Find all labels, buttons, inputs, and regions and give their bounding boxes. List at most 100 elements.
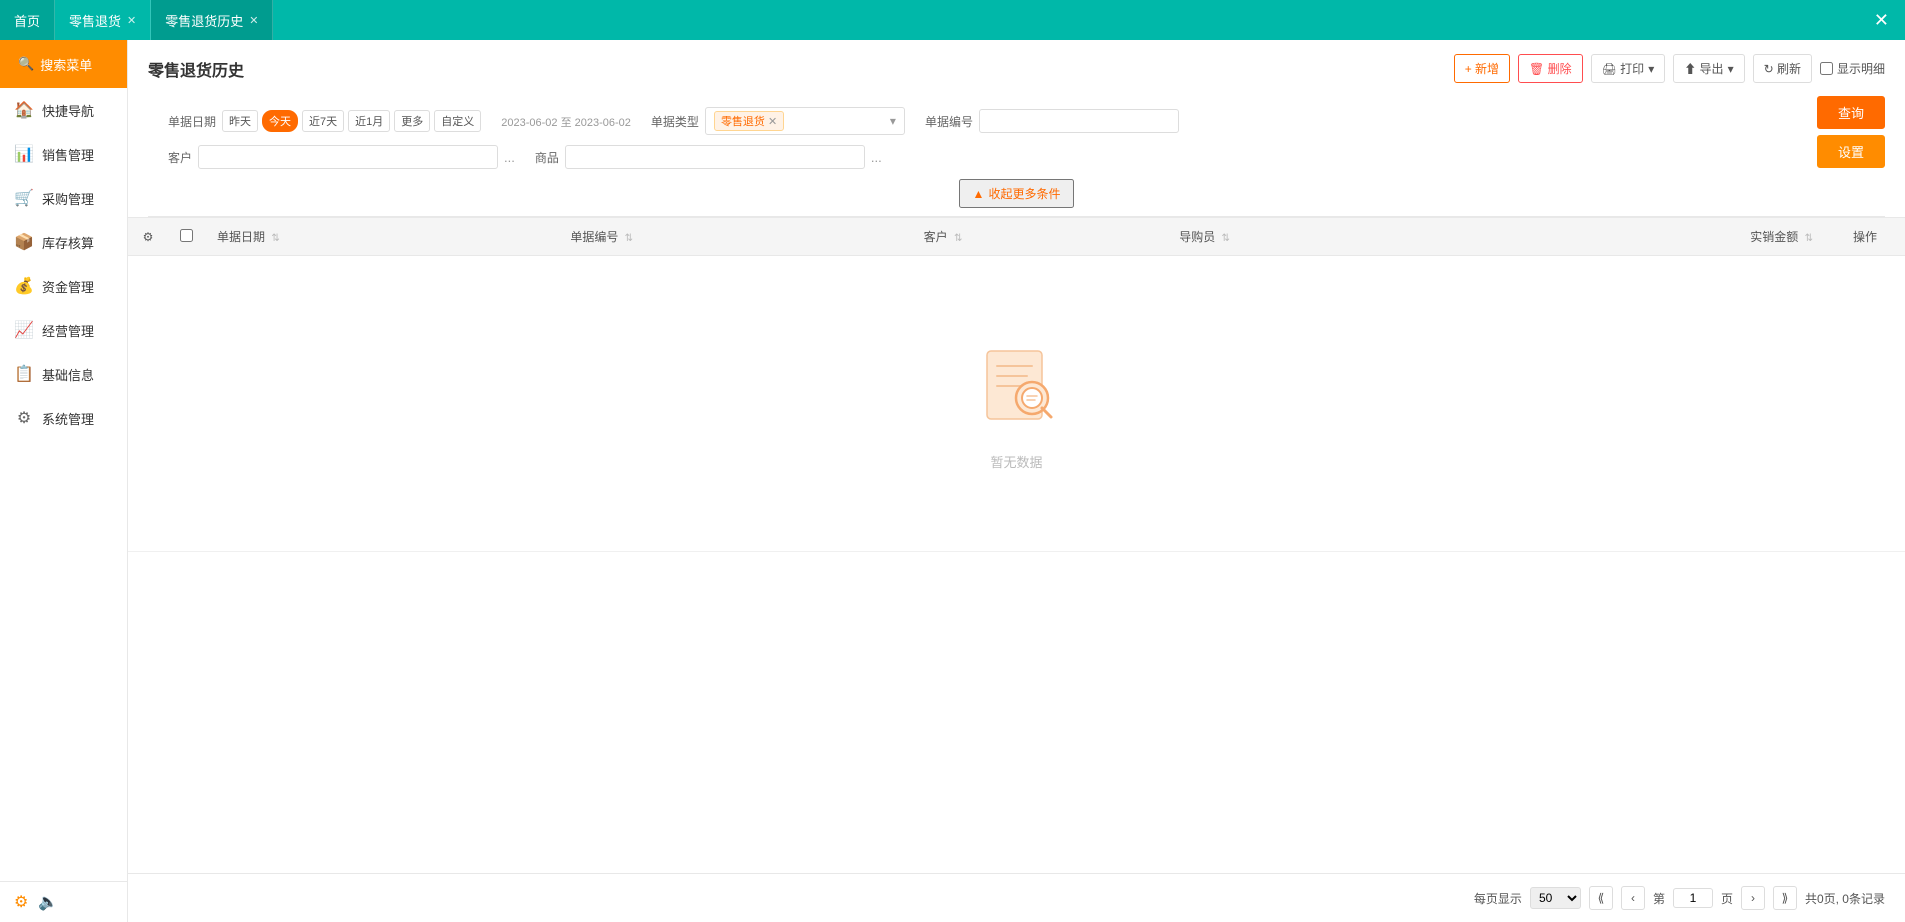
- window-close-button[interactable]: ✕: [1874, 10, 1889, 31]
- display-detail-checkbox[interactable]: [1820, 62, 1833, 75]
- th-date-sort: ⇅: [271, 233, 279, 244]
- date-1month[interactable]: 近1月: [348, 110, 390, 132]
- display-toggle-label: 显示明细: [1837, 60, 1885, 77]
- th-number-sort: ⇅: [625, 233, 633, 244]
- tab-retail-return-history-label: 零售退货历史: [165, 11, 243, 30]
- th-gear[interactable]: ⚙: [128, 218, 168, 256]
- th-guide[interactable]: 导购员 ⇅: [1167, 218, 1471, 256]
- display-toggle[interactable]: 显示明细: [1820, 60, 1885, 77]
- th-amount-label: 实销金额: [1750, 230, 1798, 244]
- date-more[interactable]: 更多: [394, 110, 430, 132]
- th-actions: 操作: [1825, 218, 1905, 256]
- th-amount[interactable]: 实销金额 ⇅: [1472, 218, 1825, 256]
- date-yesterday[interactable]: 昨天: [222, 110, 258, 132]
- date-7days[interactable]: 近7天: [302, 110, 344, 132]
- th-guide-label: 导购员: [1179, 230, 1215, 244]
- date-custom[interactable]: 自定义: [434, 110, 481, 132]
- date-today[interactable]: 今天: [262, 110, 298, 132]
- query-button[interactable]: 查询: [1817, 96, 1885, 129]
- sidebar-item-inventory-label: 库存核算: [42, 233, 94, 252]
- sidebar-item-basic-info-label: 基础信息: [42, 365, 94, 384]
- export-button[interactable]: ⬆ 导出 ▾: [1673, 54, 1744, 83]
- tab-home[interactable]: 首页: [0, 0, 55, 40]
- empty-state: 暂无数据: [128, 256, 1905, 551]
- content-area: 零售退货历史 + 新增 🗑 删除 🖨 打印 ▾ ⬆ 导出 ▾ ↻ 刷新 显示明细: [128, 40, 1905, 922]
- date-shortcuts: 昨天 今天 近7天 近1月 更多 自定义: [222, 110, 481, 132]
- table-body: 暂无数据: [128, 256, 1905, 552]
- prev-page-button[interactable]: ‹: [1621, 886, 1645, 910]
- collapse-button[interactable]: ▲ 收起更多条件: [959, 179, 1075, 208]
- filter-row-2: 客户 ... 商品 ...: [168, 145, 1865, 169]
- type-filter-label: 单据类型: [651, 113, 699, 130]
- last-page-button[interactable]: ⟫: [1773, 886, 1797, 910]
- tab-retail-return-label: 零售退货: [69, 11, 121, 30]
- refresh-button[interactable]: ↻ 刷新: [1753, 54, 1812, 83]
- sidebar-item-sales-label: 销售管理: [42, 145, 94, 164]
- sidebar-item-operation[interactable]: 📈 经营管理: [0, 308, 127, 352]
- type-select[interactable]: 零售退货 ✕ ▾: [705, 107, 905, 135]
- tab-retail-return-close[interactable]: ✕: [127, 14, 136, 27]
- settings-button[interactable]: 设置: [1817, 135, 1885, 168]
- customer-input[interactable]: [198, 145, 498, 169]
- sidebar-item-finance-label: 资金管理: [42, 277, 94, 296]
- tab-retail-return-history[interactable]: 零售退货历史 ✕: [151, 0, 273, 40]
- first-page-button[interactable]: ⟪: [1589, 886, 1613, 910]
- sidebar-item-system[interactable]: ⚙ 系统管理: [0, 396, 127, 440]
- goods-filter: 商品 ...: [535, 145, 882, 169]
- customer-dots[interactable]: ...: [504, 150, 515, 165]
- sidebar-item-finance[interactable]: 💰 资金管理: [0, 264, 127, 308]
- print-arrow-icon: ▾: [1648, 62, 1654, 76]
- date-filter-label: 单据日期: [168, 113, 216, 130]
- next-page-button[interactable]: ›: [1741, 886, 1765, 910]
- voucher-filter-label: 单据编号: [925, 113, 973, 130]
- sound-icon[interactable]: 🔈: [38, 892, 58, 912]
- sidebar-item-basic-info[interactable]: 📋 基础信息: [0, 352, 127, 396]
- page-suffix: 页: [1721, 890, 1733, 907]
- quicknav-icon: 🏠: [14, 100, 34, 120]
- th-number[interactable]: 单据编号 ⇅: [558, 218, 911, 256]
- sidebar-item-operation-label: 经营管理: [42, 321, 94, 340]
- collapse-icon: ▲: [973, 187, 985, 201]
- per-page-label: 每页显示: [1474, 890, 1522, 907]
- th-date[interactable]: 单据日期 ⇅: [205, 218, 558, 256]
- page-header: 零售退货历史 + 新增 🗑 删除 🖨 打印 ▾ ⬆ 导出 ▾ ↻ 刷新 显示明细: [128, 40, 1905, 218]
- date-filter: 单据日期 昨天 今天 近7天 近1月 更多 自定义: [168, 110, 481, 132]
- sidebar-search[interactable]: 🔍 搜索菜单: [0, 40, 127, 88]
- sidebar-item-sales[interactable]: 📊 销售管理: [0, 132, 127, 176]
- sidebar-item-inventory[interactable]: 📦 库存核算: [0, 220, 127, 264]
- finance-icon: 💰: [14, 276, 34, 296]
- delete-button[interactable]: 🗑 删除: [1518, 54, 1583, 83]
- new-button[interactable]: + 新增: [1454, 54, 1510, 83]
- page-title-bar: 零售退货历史 + 新增 🗑 删除 🖨 打印 ▾ ⬆ 导出 ▾ ↻ 刷新 显示明细: [148, 54, 1885, 83]
- tab-retail-return-history-close[interactable]: ✕: [249, 14, 258, 27]
- total-text: 共0页, 0条记录: [1805, 890, 1885, 907]
- date-range-text: 2023-06-02 至 2023-06-02: [501, 114, 631, 130]
- tab-retail-return[interactable]: 零售退货 ✕: [55, 0, 151, 40]
- top-bar: 首页 零售退货 ✕ 零售退货历史 ✕ ✕: [0, 0, 1905, 40]
- settings-icon[interactable]: ⚙: [14, 892, 28, 912]
- filter-area: 单据日期 昨天 今天 近7天 近1月 更多 自定义 2023-06-02 至 2…: [148, 95, 1885, 217]
- th-customer[interactable]: 客户 ⇅: [912, 218, 1168, 256]
- print-button[interactable]: 🖨 打印 ▾: [1591, 54, 1666, 83]
- voucher-input[interactable]: [979, 109, 1179, 133]
- type-tag-text: 零售退货: [721, 113, 765, 129]
- sidebar-item-quicknav[interactable]: 🏠 快捷导航: [0, 88, 127, 132]
- page-title: 零售退货历史: [148, 57, 244, 81]
- top-bar-right: ✕: [1874, 10, 1905, 31]
- per-page-select[interactable]: 50 100 200: [1530, 887, 1581, 909]
- header-actions: + 新增 🗑 删除 🖨 打印 ▾ ⬆ 导出 ▾ ↻ 刷新 显示明细: [1454, 54, 1885, 83]
- goods-dots[interactable]: ...: [871, 150, 882, 165]
- customer-filter-label: 客户: [168, 149, 192, 166]
- pagination: 每页显示 50 100 200 ⟪ ‹ 第 页 › ⟫ 共0页, 0条记录: [128, 873, 1905, 922]
- goods-input[interactable]: [565, 145, 865, 169]
- sidebar-item-purchase-label: 采购管理: [42, 189, 94, 208]
- sidebar-item-purchase[interactable]: 🛒 采购管理: [0, 176, 127, 220]
- export-arrow-icon: ▾: [1728, 62, 1734, 76]
- th-check[interactable]: [168, 218, 205, 256]
- page-number-input[interactable]: [1673, 888, 1713, 908]
- sidebar-bottom: ⚙ 🔈: [0, 881, 127, 922]
- search-icon: 🔍: [18, 56, 34, 72]
- inventory-icon: 📦: [14, 232, 34, 252]
- type-tag-close[interactable]: ✕: [768, 115, 777, 128]
- select-all-checkbox[interactable]: [180, 229, 193, 242]
